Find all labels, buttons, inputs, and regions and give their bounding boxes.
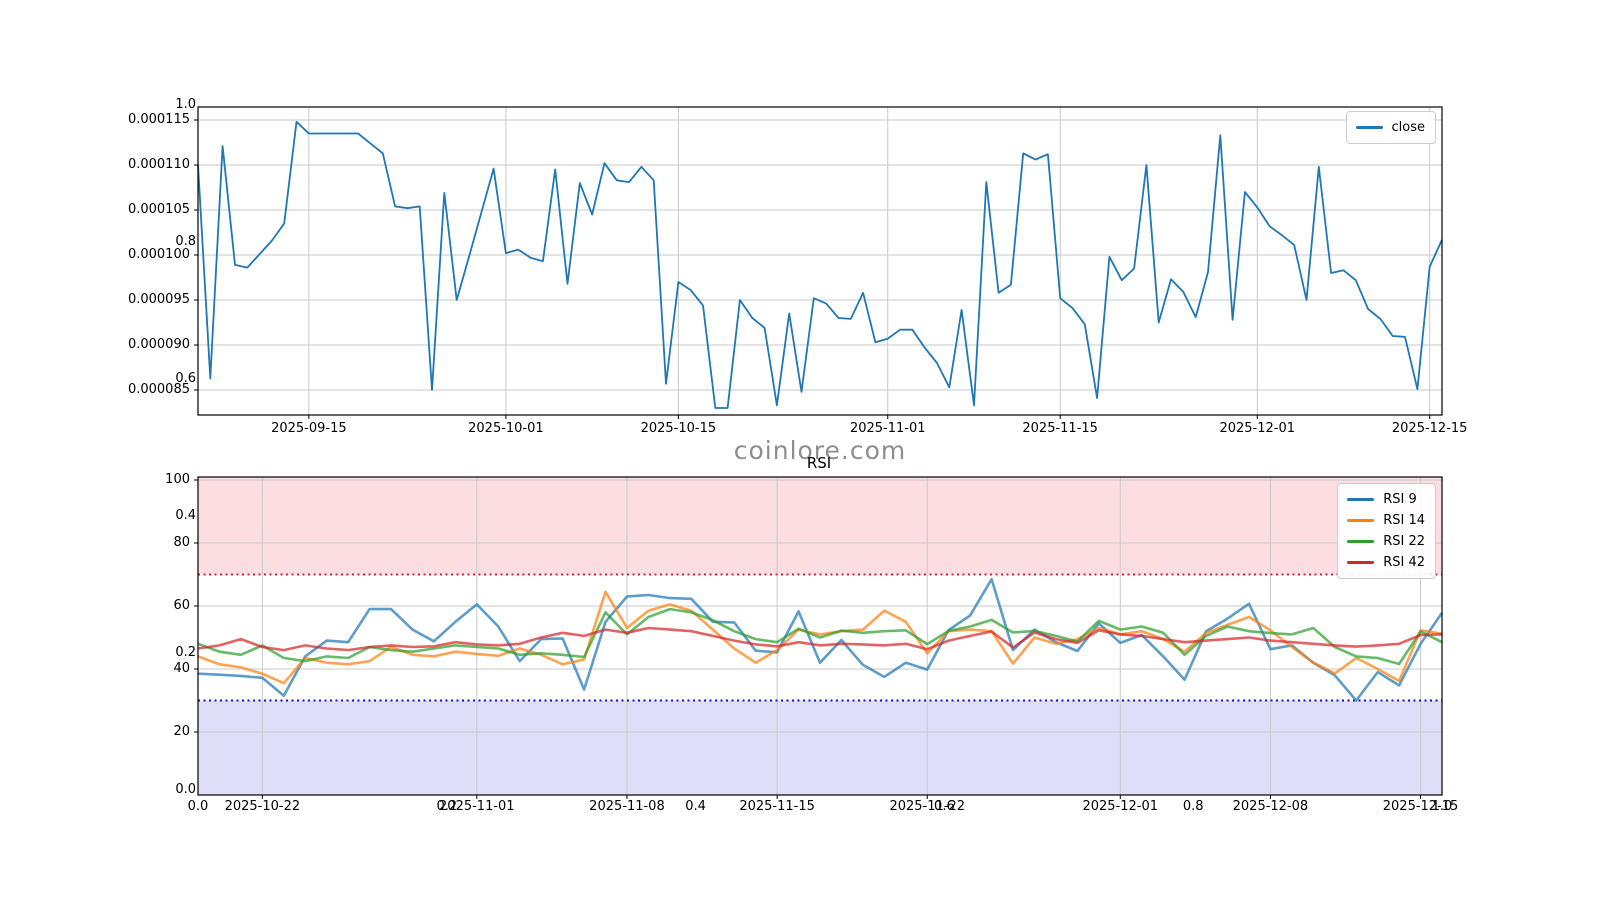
legend-item-rsi22: RSI 22	[1347, 531, 1425, 552]
price-y-tick-label: 0.000115	[127, 112, 190, 127]
close-line-swatch	[1355, 126, 1383, 129]
overbought-band	[198, 477, 1442, 575]
rsi-x-tick-label: 2025-10-22	[224, 799, 301, 814]
overlay-x-tick-label: 0.4	[685, 799, 706, 814]
legend-label: RSI 14	[1383, 513, 1425, 528]
legend-item-close: close	[1355, 117, 1425, 138]
rsi14-line-swatch	[1347, 519, 1375, 522]
oversold-band	[198, 700, 1442, 795]
legend-label: RSI 42	[1383, 555, 1425, 570]
price-y-tick-label: 0.000095	[127, 292, 190, 307]
rsi42-line-swatch	[1347, 561, 1375, 564]
price-y-tick-label: 0.000100	[127, 247, 190, 262]
price-y-tick-label: 0.000090	[127, 337, 190, 352]
rsi9-line-swatch	[1347, 498, 1375, 501]
overlay-x-tick-label: 0.2	[436, 799, 458, 814]
overlay-x-tick-label: 0.0	[187, 799, 209, 814]
rsi-chart-title: RSI	[806, 454, 832, 472]
rsi-x-tick-label: 2025-11-08	[589, 799, 665, 814]
rsi-y-tick-label: 60	[173, 598, 190, 613]
figure-canvas: 0.000085 0.000090 0.000095 0.000100 0.000105…	[0, 0, 1600, 900]
rsi-y-tick-label: 40	[173, 661, 190, 676]
overlay-x-tick-label: 0.6	[934, 799, 955, 814]
rsi-line-rsi9	[197, 577, 1444, 702]
overlay-x-tick-label: 0.8	[1182, 799, 1204, 814]
rsi-x-tick-label: 2025-12-01	[1082, 799, 1159, 814]
rsi-x-tick-label: 2025-12-15	[1382, 799, 1459, 814]
price-x-tick-label: 2025-12-01	[1219, 421, 1296, 436]
legend-item-rsi9: RSI 9	[1347, 489, 1425, 510]
overlay-x-tick-label: 1.0	[1431, 799, 1453, 814]
overlay-y-tick-label: 0.4	[175, 508, 196, 523]
price-x-tick-label: 2025-11-15	[1022, 421, 1098, 436]
rsi-legend: RSI 9 RSI 14 RSI 22 RSI 42	[1337, 483, 1436, 579]
price-y-tick-label: 0.000110	[127, 157, 190, 172]
legend-item-rsi14: RSI 14	[1347, 510, 1425, 531]
rsi22-line-swatch	[1347, 540, 1375, 543]
overlay-y-tick-label: 0.2	[175, 645, 196, 660]
overlay-y-tick-label: 1.0	[175, 97, 196, 112]
legend-label: close	[1391, 120, 1425, 135]
legend-item-rsi42: RSI 42	[1347, 552, 1425, 573]
rsi-y-tick-label: 100	[165, 472, 190, 487]
price-x-tick-label: 2025-10-01	[468, 421, 544, 436]
rsi-x-tick-label: 2025-11-15	[739, 799, 815, 814]
price-axes-frame	[197, 106, 1443, 416]
price-x-tick-label: 2025-11-01	[849, 421, 926, 436]
overlay-y-tick-label: 0.0	[175, 782, 196, 797]
legend-label: RSI 9	[1383, 492, 1417, 507]
price-x-tick-label: 2025-09-15	[271, 421, 347, 436]
overlay-y-tick-label: 0.6	[175, 371, 196, 386]
price-y-tick-label: 0.000105	[127, 202, 190, 217]
rsi-y-tick-label: 20	[173, 724, 190, 739]
rsi-x-tick-label: 2025-12-08	[1232, 799, 1309, 814]
legend-label: RSI 22	[1383, 534, 1425, 549]
overlay-y-tick-label: 0.8	[175, 234, 196, 249]
price-x-tick-label: 2025-12-15	[1391, 421, 1468, 436]
price-legend: close	[1345, 111, 1436, 144]
price-x-tick-label: 2025-10-15	[640, 421, 717, 436]
rsi-y-tick-label: 80	[173, 535, 190, 550]
